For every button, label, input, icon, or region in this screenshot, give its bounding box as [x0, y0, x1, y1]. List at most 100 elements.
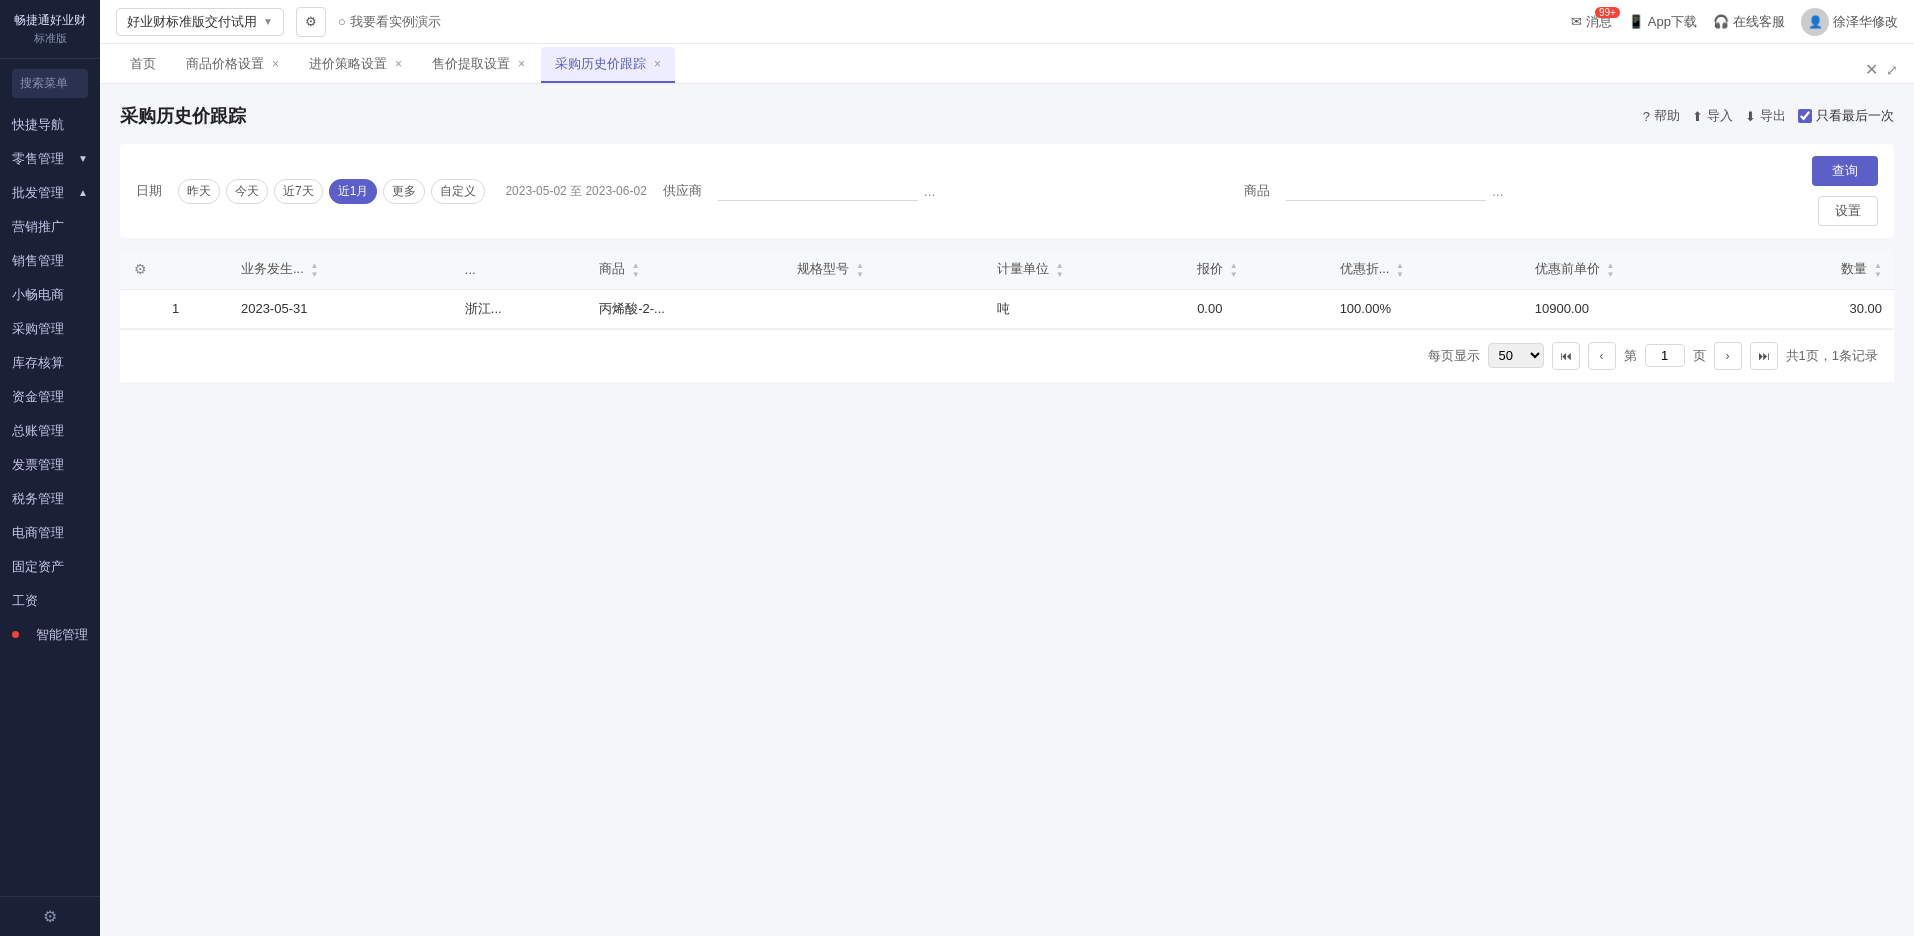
supplier-input[interactable] — [718, 181, 918, 201]
page-last-button[interactable]: ⏭ — [1750, 342, 1778, 370]
online-support-button[interactable]: 🎧 在线客服 — [1713, 13, 1785, 31]
date-btn-yesterday[interactable]: 昨天 — [178, 179, 220, 204]
per-page-label: 每页显示 — [1428, 347, 1480, 365]
sidebar-search-area: 搜索菜单 — [0, 59, 100, 108]
last-only-checkbox[interactable] — [1798, 109, 1812, 123]
date-range-display: 2023-05-02 至 2023-06-02 — [505, 183, 646, 200]
page-first-button[interactable]: ⏮ — [1552, 342, 1580, 370]
th-quoted-price[interactable]: 报价 ▲▼ — [1185, 250, 1328, 289]
close-icon[interactable]: × — [518, 57, 525, 71]
settings-icon[interactable]: ⚙ — [43, 907, 57, 926]
th-spec[interactable]: 规格型号 ▲▼ — [785, 250, 985, 289]
date-filter-label: 日期 — [136, 182, 162, 200]
cell-index: 1 — [160, 289, 229, 328]
sidebar-item-invoice[interactable]: 发票管理 — [0, 448, 100, 482]
product-name: 好业财标准版交付试用 — [127, 13, 257, 31]
avatar: 👤 — [1801, 8, 1829, 36]
sidebar-item-finance[interactable]: 资金管理 — [0, 380, 100, 414]
sidebar-item-purchase[interactable]: 采购管理 — [0, 312, 100, 346]
close-icon[interactable]: × — [395, 57, 402, 71]
export-button[interactable]: ⬇ 导出 — [1745, 107, 1786, 125]
product-selector[interactable]: 好业财标准版交付试用 ▼ — [116, 8, 284, 36]
headset-icon: 🎧 — [1713, 14, 1729, 29]
page-total-info: 共1页，1条记录 — [1786, 347, 1878, 365]
sidebar-item-retail[interactable]: 零售管理 ▼ — [0, 142, 100, 176]
page-suffix-label: 页 — [1693, 347, 1706, 365]
th-unit[interactable]: 计量单位 ▲▼ — [985, 250, 1185, 289]
sidebar-item-fixed-assets[interactable]: 固定资产 — [0, 550, 100, 584]
sidebar-item-ecommerce[interactable]: 电商管理 — [0, 516, 100, 550]
supplier-label: 供应商 — [663, 182, 702, 200]
last-only-checkbox-label[interactable]: 只看最后一次 — [1798, 107, 1894, 125]
query-button[interactable]: 查询 — [1812, 156, 1878, 186]
th-index — [160, 250, 229, 289]
page-number-input[interactable] — [1645, 344, 1685, 367]
app-download-button[interactable]: 📱 App下载 — [1628, 13, 1697, 31]
supplier-more-button[interactable]: ... — [924, 183, 936, 199]
page-prev-button[interactable]: ‹ — [1588, 342, 1616, 370]
goods-more-button[interactable]: ... — [1492, 183, 1504, 199]
messages-button[interactable]: ✉ 消息 99+ — [1571, 13, 1612, 31]
cell-goods: 丙烯酸-2-... — [587, 289, 785, 328]
table-row: 1 2023-05-31 浙江... 丙烯酸-2-... 吨 0.00 100.… — [120, 289, 1894, 328]
date-btn-1month[interactable]: 近1月 — [329, 179, 378, 204]
message-badge: 99+ — [1595, 7, 1620, 18]
sidebar-item-sales[interactable]: 销售管理 — [0, 244, 100, 278]
cell-discount-pct: 100.00% — [1328, 289, 1523, 328]
sidebar-item-ledger[interactable]: 总账管理 — [0, 414, 100, 448]
cell-pre-discount-price: 10900.00 — [1523, 289, 1752, 328]
date-btn-7days[interactable]: 近7天 — [274, 179, 323, 204]
demo-link[interactable]: ○ 我要看实例演示 — [338, 13, 441, 31]
column-settings-icon[interactable]: ⚙ — [134, 261, 147, 277]
search-menu-button[interactable]: 搜索菜单 — [12, 69, 88, 98]
th-quantity[interactable]: 数量 ▲▼ — [1751, 250, 1894, 289]
tab-sale-price-extract[interactable]: 售价提取设置 × — [418, 47, 539, 83]
date-btn-more[interactable]: 更多 — [383, 179, 425, 204]
page-next-button[interactable]: › — [1714, 342, 1742, 370]
sidebar-item-smart[interactable]: 智能管理 — [0, 618, 100, 652]
tab-close-panel-button[interactable]: ✕ — [1865, 60, 1878, 79]
tab-bar: 首页 商品价格设置 × 进价策略设置 × 售价提取设置 × 采购历史价跟踪 × … — [100, 44, 1914, 84]
product-settings-button[interactable]: ⚙ — [296, 7, 326, 37]
tab-purchase-history[interactable]: 采购历史价跟踪 × — [541, 47, 675, 83]
th-more-cols[interactable]: ... — [453, 250, 587, 289]
date-btn-today[interactable]: 今天 — [226, 179, 268, 204]
close-icon[interactable]: × — [654, 57, 661, 71]
goods-input[interactable] — [1286, 181, 1486, 201]
app-logo[interactable]: 畅捷通好业财 标准版 — [0, 0, 100, 59]
export-icon: ⬇ — [1745, 109, 1756, 124]
sidebar-item-inventory[interactable]: 库存核算 — [0, 346, 100, 380]
filter-area: 日期 昨天 今天 近7天 近1月 更多 自定义 2023-05-02 至 202… — [120, 144, 1894, 238]
page-size-select[interactable]: 50 10 20 100 — [1488, 343, 1544, 368]
th-gear: ⚙ — [120, 250, 160, 289]
sidebar-item-tax[interactable]: 税务管理 — [0, 482, 100, 516]
tab-expand-button[interactable]: ⤢ — [1886, 62, 1898, 78]
tab-goods-price[interactable]: 商品价格设置 × — [172, 47, 293, 83]
goods-filter: ... — [1286, 181, 1796, 201]
page-title-bar: 采购历史价跟踪 ? 帮助 ⬆ 导入 ⬇ 导出 — [120, 104, 1894, 128]
sidebar-item-wholesale[interactable]: 批发管理 ▲ — [0, 176, 100, 210]
close-icon[interactable]: × — [272, 57, 279, 71]
logo-line1: 畅捷通好业财 — [8, 12, 92, 29]
tab-purchase-strategy[interactable]: 进价策略设置 × — [295, 47, 416, 83]
sidebar-item-salary[interactable]: 工资 — [0, 584, 100, 618]
pagination-bar: 每页显示 50 10 20 100 ⏮ ‹ 第 页 › ⏭ 共1页，1条记录 — [120, 329, 1894, 382]
chevron-down-icon: ▼ — [78, 153, 88, 164]
cell-spec — [785, 289, 985, 328]
th-discount-pct[interactable]: 优惠折... ▲▼ — [1328, 250, 1523, 289]
goods-label: 商品 — [1244, 182, 1270, 200]
th-goods[interactable]: 商品 ▲▼ — [587, 250, 785, 289]
tab-home[interactable]: 首页 — [116, 47, 170, 83]
date-btn-custom[interactable]: 自定义 — [431, 179, 485, 204]
filter-settings-button[interactable]: 设置 — [1818, 196, 1878, 226]
sidebar-item-ecommerce-xc[interactable]: 小畅电商 — [0, 278, 100, 312]
sidebar-item-marketing[interactable]: 营销推广 — [0, 210, 100, 244]
gear-icon: ⚙ — [305, 14, 317, 29]
table-header-row: ⚙ 业务发生... ▲▼ ... 商品 ▲▼ 规格型号 ▲▼ 计量单位 ▲▼ 报… — [120, 250, 1894, 289]
sidebar-item-quick-nav[interactable]: 快捷导航 — [0, 108, 100, 142]
th-pre-discount-price[interactable]: 优惠前单价 ▲▼ — [1523, 250, 1752, 289]
help-link[interactable]: ? 帮助 — [1643, 107, 1680, 125]
th-biz-date[interactable]: 业务发生... ▲▼ — [229, 250, 453, 289]
user-menu[interactable]: 👤 徐泽华修改 — [1801, 8, 1898, 36]
import-button[interactable]: ⬆ 导入 — [1692, 107, 1733, 125]
